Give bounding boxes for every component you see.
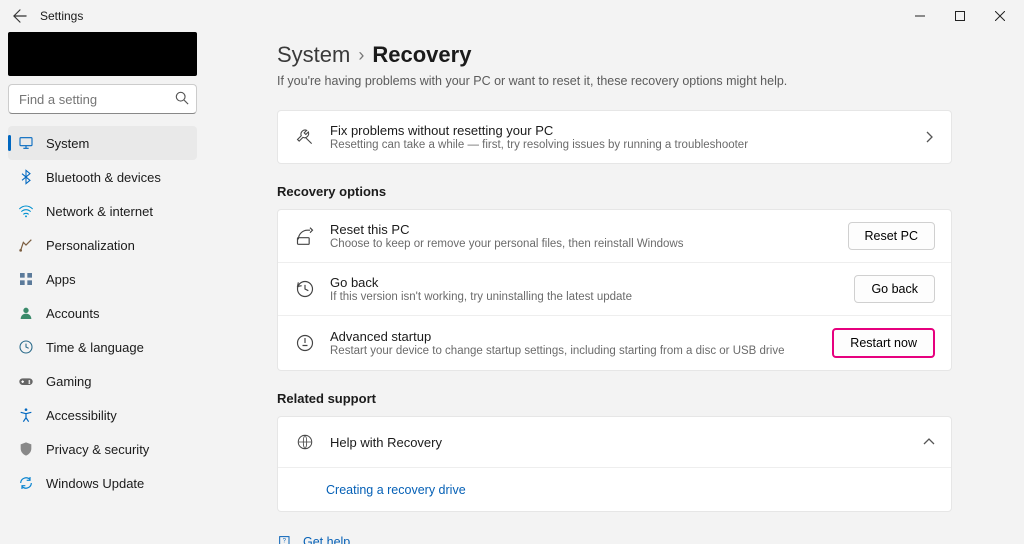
breadcrumb: System › Recovery	[277, 42, 952, 68]
breadcrumb-parent[interactable]: System	[277, 42, 350, 68]
restart-title: Advanced startup	[330, 329, 832, 344]
get-help-label: Get help	[303, 535, 350, 544]
recovery-options-card: Reset this PCChoose to keep or remove yo…	[277, 209, 952, 371]
window-title: Settings	[40, 9, 83, 23]
restart-sub: Restart your device to change startup se…	[330, 345, 832, 357]
support-title: Help with Recovery	[330, 435, 442, 450]
sidebar-item-system[interactable]: System	[8, 126, 197, 160]
sidebar-item-label: Accessibility	[46, 408, 117, 423]
search-input[interactable]	[8, 84, 197, 114]
section-recovery-label: Recovery options	[277, 184, 952, 199]
restart-button[interactable]: Restart now	[832, 328, 935, 358]
minimize-button[interactable]	[900, 0, 940, 32]
accounts-icon	[18, 305, 34, 321]
time-icon	[18, 339, 34, 355]
breadcrumb-current: Recovery	[372, 42, 471, 68]
sidebar-item-label: Bluetooth & devices	[46, 170, 161, 185]
goback-button[interactable]: Go back	[854, 275, 935, 303]
recovery-drive-link[interactable]: Creating a recovery drive	[326, 483, 466, 497]
support-card: Help with Recovery Creating a recovery d…	[277, 416, 952, 512]
sidebar-item-personalization[interactable]: Personalization	[8, 228, 197, 262]
get-help-link[interactable]: ? Get help	[277, 530, 952, 544]
sidebar-item-accounts[interactable]: Accounts	[8, 296, 197, 330]
accessibility-icon	[18, 407, 34, 423]
goback-sub: If this version isn't working, try unins…	[330, 291, 854, 303]
minimize-icon	[915, 11, 925, 21]
search-wrap	[8, 84, 197, 114]
sidebar-item-gaming[interactable]: Gaming	[8, 364, 197, 398]
chevron-right-icon	[923, 131, 935, 143]
wrench-icon	[294, 126, 316, 148]
sidebar-item-label: Gaming	[46, 374, 92, 389]
recovery-row-reset: Reset this PCChoose to keep or remove yo…	[278, 210, 951, 262]
sidebar-item-label: Windows Update	[46, 476, 144, 491]
maximize-button[interactable]	[940, 0, 980, 32]
back-button[interactable]	[4, 0, 36, 32]
fix-problems-card[interactable]: Fix problems without resetting your PC R…	[277, 110, 952, 164]
sidebar-item-label: Time & language	[46, 340, 144, 355]
sidebar-item-label: Privacy & security	[46, 442, 149, 457]
reset-button[interactable]: Reset PC	[848, 222, 936, 250]
sidebar-item-privacy[interactable]: Privacy & security	[8, 432, 197, 466]
system-icon	[18, 135, 34, 151]
fix-sub: Resetting can take a while — first, try …	[330, 139, 923, 151]
sidebar-item-apps[interactable]: Apps	[8, 262, 197, 296]
nav-list: System Bluetooth & devices Network & inter…	[8, 126, 197, 500]
sidebar-item-network[interactable]: Network & internet	[8, 194, 197, 228]
goback-icon	[294, 278, 316, 300]
bluetooth-icon	[18, 169, 34, 185]
sidebar-item-label: Accounts	[46, 306, 99, 321]
sidebar-item-accessibility[interactable]: Accessibility	[8, 398, 197, 432]
recovery-row-restart: Advanced startupRestart your device to c…	[278, 315, 951, 370]
goback-title: Go back	[330, 275, 854, 290]
personalization-icon	[18, 237, 34, 253]
recovery-row-goback: Go backIf this version isn't working, tr…	[278, 262, 951, 315]
gaming-icon	[18, 373, 34, 389]
sidebar-item-label: System	[46, 136, 89, 151]
section-support-label: Related support	[277, 391, 952, 406]
svg-text:?: ?	[283, 539, 287, 544]
help-icon: ?	[277, 534, 293, 544]
sidebar-item-update[interactable]: Windows Update	[8, 466, 197, 500]
main-content: System › Recovery If you're having probl…	[205, 32, 1024, 544]
sidebar: System Bluetooth & devices Network & inter…	[0, 32, 205, 544]
maximize-icon	[955, 11, 965, 21]
globe-icon	[294, 431, 316, 453]
privacy-icon	[18, 441, 34, 457]
close-button[interactable]	[980, 0, 1020, 32]
back-arrow-icon	[13, 9, 27, 23]
fix-title: Fix problems without resetting your PC	[330, 123, 923, 138]
sidebar-item-label: Personalization	[46, 238, 135, 253]
bottom-links: ? Get help Give feedback	[277, 530, 952, 544]
sidebar-item-label: Network & internet	[46, 204, 153, 219]
support-header[interactable]: Help with Recovery	[278, 417, 951, 467]
restart-icon	[294, 332, 316, 354]
sidebar-item-bluetooth[interactable]: Bluetooth & devices	[8, 160, 197, 194]
chevron-up-icon	[923, 436, 935, 448]
reset-title: Reset this PC	[330, 222, 848, 237]
title-bar: Settings	[0, 0, 1024, 32]
sidebar-item-label: Apps	[46, 272, 76, 287]
apps-icon	[18, 271, 34, 287]
window-controls	[900, 0, 1020, 32]
close-icon	[995, 11, 1005, 21]
reset-icon	[294, 225, 316, 247]
chevron-right-icon: ›	[358, 45, 364, 66]
user-account-block[interactable]	[8, 32, 197, 76]
reset-sub: Choose to keep or remove your personal f…	[330, 238, 848, 250]
network-icon	[18, 203, 34, 219]
sidebar-item-time[interactable]: Time & language	[8, 330, 197, 364]
page-subtitle: If you're having problems with your PC o…	[277, 74, 952, 88]
update-icon	[18, 475, 34, 491]
